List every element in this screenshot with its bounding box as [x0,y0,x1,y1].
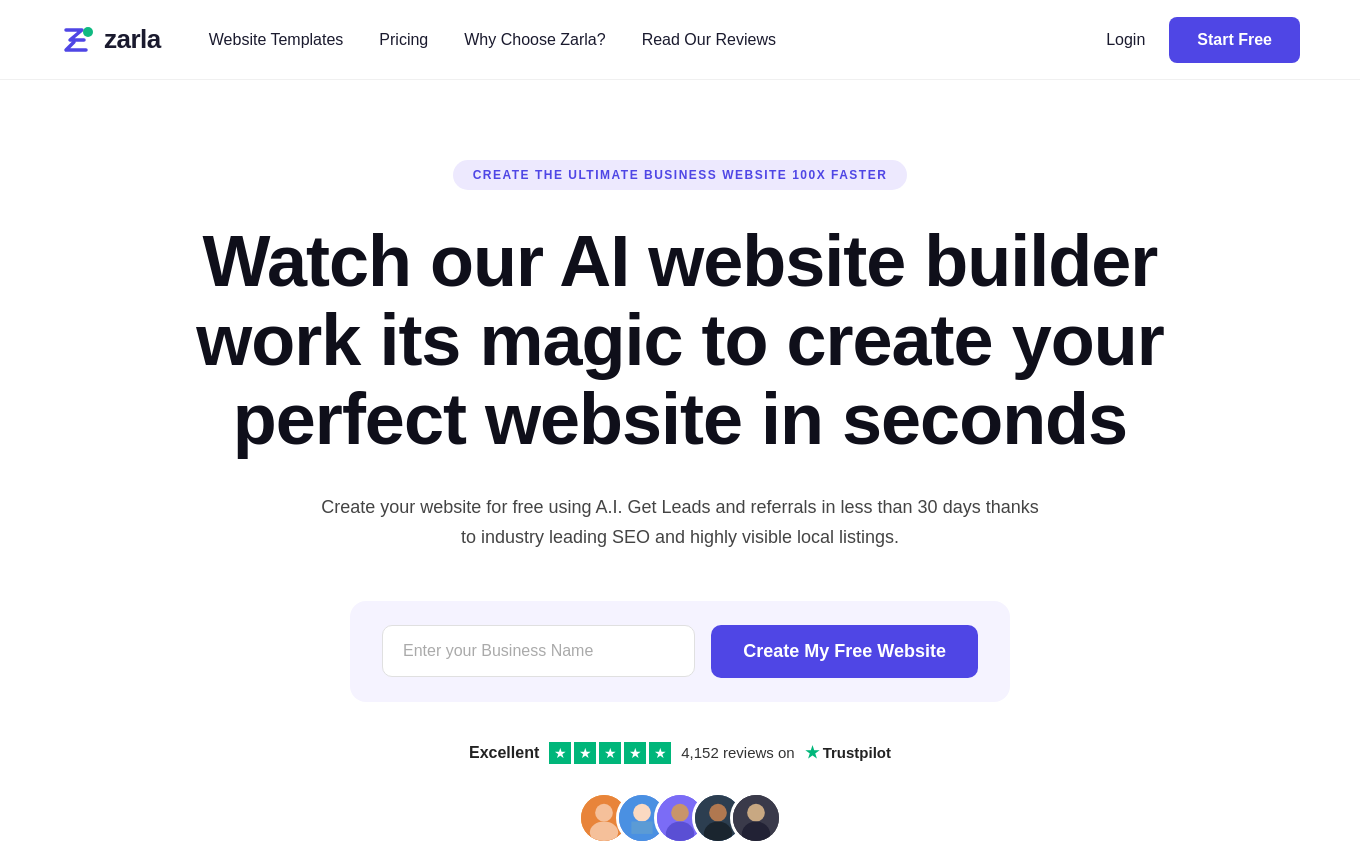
hero-section: CREATE THE ULTIMATE BUSINESS WEBSITE 100… [0,80,1360,859]
nav-right: Login Start Free [1106,17,1300,63]
nav-link-templates[interactable]: Website Templates [209,31,344,48]
nav-link-why[interactable]: Why Choose Zarla? [464,31,605,48]
nav-link-pricing[interactable]: Pricing [379,31,428,48]
star-1 [549,742,571,764]
start-free-button[interactable]: Start Free [1169,17,1300,63]
hero-subtitle: Create your website for free using A.I. … [320,492,1040,553]
nav-item-why[interactable]: Why Choose Zarla? [464,31,605,49]
star-4 [624,742,646,764]
nav-link-reviews[interactable]: Read Our Reviews [642,31,776,48]
svg-point-6 [633,804,651,822]
avatar-5 [730,792,782,844]
trustpilot-stars [549,742,671,764]
star-3 [599,742,621,764]
star-5 [649,742,671,764]
zarla-logo-icon [60,22,96,58]
svg-point-13 [709,804,727,822]
trustpilot-logo: ★ Trustpilot [805,743,891,762]
logo-text: zarla [104,24,161,55]
trustpilot-star-icon: ★ [805,743,819,762]
svg-point-10 [671,804,689,822]
login-button[interactable]: Login [1106,31,1145,49]
trustpilot-row: Excellent 4,152 reviews on ★ Trustpilot [469,742,891,764]
create-website-button[interactable]: Create My Free Website [711,625,978,678]
navbar: zarla Website Templates Pricing Why Choo… [0,0,1360,80]
trustpilot-reviews-text: 4,152 reviews on [681,744,794,761]
star-2 [574,742,596,764]
trustpilot-brand-name: Trustpilot [823,744,891,761]
svg-rect-8 [631,821,652,833]
nav-links: Website Templates Pricing Why Choose Zar… [209,31,776,49]
svg-point-16 [747,804,765,822]
trustpilot-excellent: Excellent [469,744,539,762]
nav-item-templates[interactable]: Website Templates [209,31,344,49]
logo[interactable]: zarla [60,22,161,58]
hero-title: Watch our AI website builder work its ma… [130,222,1230,460]
nav-item-pricing[interactable]: Pricing [379,31,428,49]
svg-point-3 [595,804,613,822]
business-name-input[interactable] [382,625,695,677]
cta-box: Create My Free Website [350,601,1010,702]
hero-badge: CREATE THE ULTIMATE BUSINESS WEBSITE 100… [453,160,908,190]
nav-item-reviews[interactable]: Read Our Reviews [642,31,776,49]
avatars-row [578,792,782,844]
nav-left: zarla Website Templates Pricing Why Choo… [60,22,776,58]
svg-point-1 [83,27,93,37]
